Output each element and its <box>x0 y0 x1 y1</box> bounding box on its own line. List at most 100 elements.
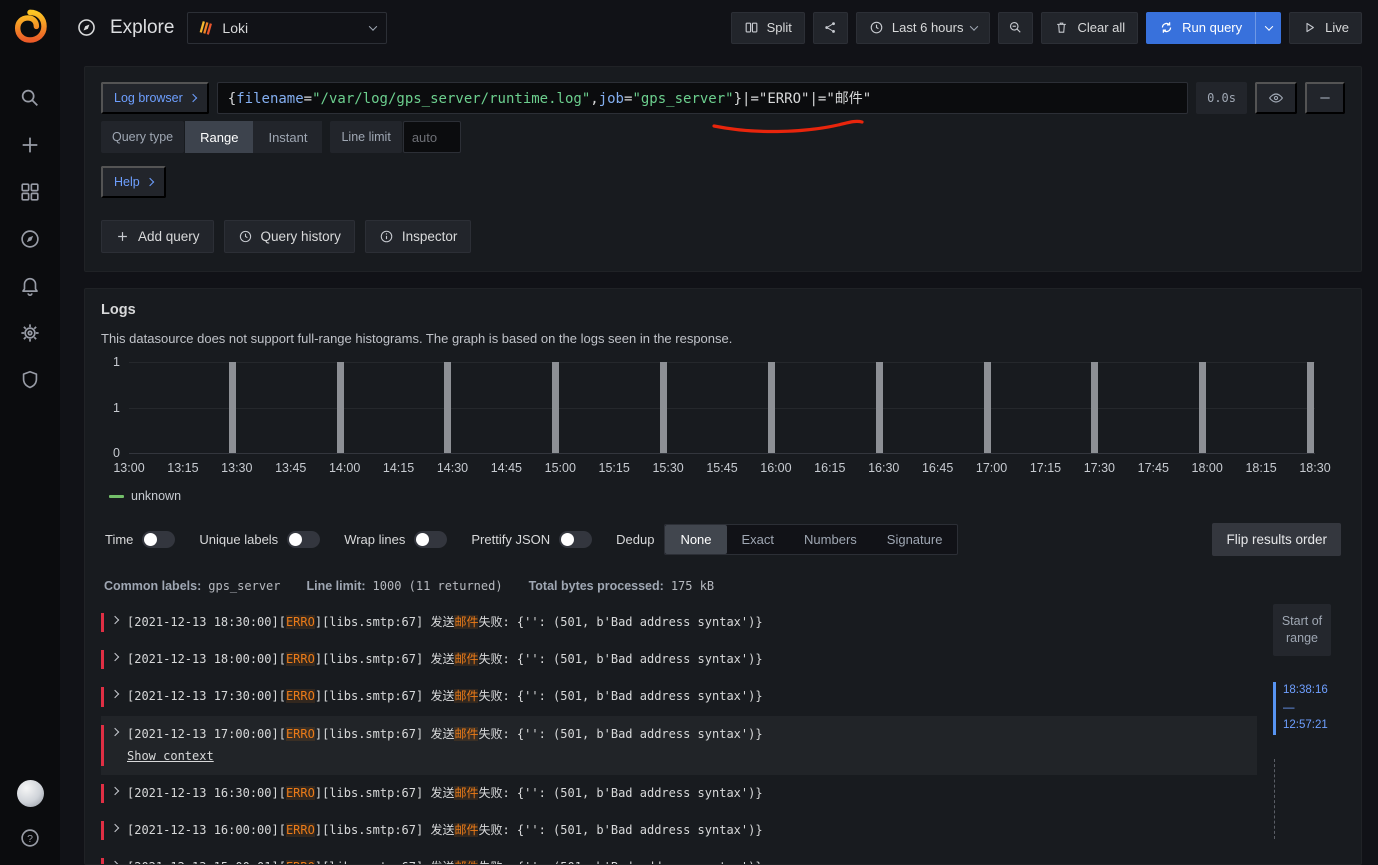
sidebar-item-alerting[interactable] <box>18 275 42 299</box>
query-type-instant[interactable]: Instant <box>253 121 323 153</box>
collapse-query-button[interactable] <box>1305 82 1345 114</box>
sidebar-item-explore[interactable] <box>18 228 42 252</box>
time-range-picker[interactable]: Last 6 hours <box>855 11 991 44</box>
histogram-bar <box>336 362 344 453</box>
run-query-button[interactable]: Run query <box>1146 11 1282 44</box>
log-rows: [2021-12-13 18:30:00][ERRO][libs.smtp:67… <box>101 604 1345 864</box>
shield-icon <box>22 370 38 389</box>
toggle-switch[interactable] <box>287 531 321 548</box>
split-button[interactable]: Split <box>730 11 805 44</box>
compass-icon <box>21 230 39 248</box>
toggle-wrap-lines[interactable]: Wrap lines <box>344 531 448 548</box>
expand-chevron-icon[interactable] <box>110 786 120 796</box>
log-row[interactable]: [2021-12-13 17:00:00][ERRO][libs.smtp:67… <box>101 715 1257 775</box>
expand-chevron-icon[interactable] <box>110 861 120 864</box>
x-axis-tick: 14:45 <box>490 461 522 475</box>
log-row[interactable]: [2021-12-13 16:30:00][ERRO][libs.smtp:67… <box>101 775 1257 812</box>
query-token: "/var/log/gps_server/runtime.log" <box>312 91 591 107</box>
query-preview-button[interactable] <box>1255 82 1297 114</box>
toggle-switch[interactable] <box>414 531 448 548</box>
sidebar-item-configuration[interactable] <box>18 322 42 346</box>
line-limit-input[interactable] <box>402 121 461 153</box>
show-context-link[interactable]: Show context <box>127 747 214 766</box>
live-button[interactable]: Live <box>1289 11 1362 44</box>
log-row[interactable]: [2021-12-13 18:30:00][ERRO][libs.smtp:67… <box>101 604 1257 641</box>
user-avatar[interactable] <box>16 780 44 807</box>
log-row[interactable]: [2021-12-13 16:00:00][ERRO][libs.smtp:67… <box>101 812 1257 849</box>
plus-icon <box>118 232 127 241</box>
toggle-time[interactable]: Time <box>105 531 176 548</box>
help-button[interactable]: Help <box>101 166 166 198</box>
toggle-prettify-json[interactable]: Prettify JSON <box>471 531 593 548</box>
meta-label: Total bytes processed: <box>528 579 664 593</box>
toggle-switch[interactable] <box>559 531 593 548</box>
query-editor-panel: Log browser {filename="/var/log/gps_serv… <box>84 66 1362 272</box>
sidebar-item-dashboards[interactable] <box>18 181 42 205</box>
run-query-label: Run query <box>1182 20 1243 35</box>
datasource-picker[interactable]: Loki <box>187 11 388 44</box>
run-query-dropdown[interactable] <box>1255 11 1282 44</box>
chart-xaxis: 13:00 13:15 13:30 13:45 14:00 14:15 14:30 14:45… <box>113 461 1330 479</box>
query-expression-input[interactable]: {filename="/var/log/gps_server/runtime.l… <box>216 82 1189 114</box>
log-row[interactable]: [2021-12-13 17:30:00][ERRO][libs.smtp:67… <box>101 678 1257 715</box>
chart-legend[interactable]: unknown <box>109 489 1345 503</box>
sidebar-item-search[interactable] <box>18 87 42 111</box>
zoom-out-icon <box>1010 21 1022 33</box>
timeline-range-to: 12:57:21 <box>1283 719 1328 732</box>
add-query-button[interactable]: Add query <box>101 220 214 253</box>
run-query-main[interactable]: Run query <box>1146 11 1256 44</box>
expand-chevron-icon[interactable] <box>110 727 120 736</box>
log-row[interactable]: [2021-12-13 18:00:00][ERRO][libs.smtp:67… <box>101 641 1257 678</box>
grafana-logo-icon[interactable] <box>13 9 47 43</box>
datasource-name: Loki <box>222 19 249 36</box>
y-axis-tick: 0 <box>113 446 120 460</box>
sidebar-item-create[interactable] <box>18 134 42 158</box>
start-of-range-marker[interactable]: Start of range <box>1273 604 1331 656</box>
timeline-range[interactable]: 18:38:16 — 12:57:21 <box>1273 681 1328 736</box>
dedup-option-signature[interactable]: Signature <box>872 525 958 554</box>
dedup-group: None Exact Numbers Signature <box>664 524 959 555</box>
x-axis-tick: 13:15 <box>167 461 199 475</box>
chevron-down-icon <box>369 21 378 31</box>
flip-results-order-button[interactable]: Flip results order <box>1212 523 1341 556</box>
log-level-bar <box>101 821 104 841</box>
zoom-out-button[interactable] <box>998 11 1034 44</box>
expand-chevron-icon[interactable] <box>110 615 120 625</box>
histogram-bar <box>1199 362 1207 453</box>
log-row-body: [2021-12-13 15:00:01][ERRO][libs.smtp:67… <box>127 858 763 864</box>
sidebar-item-server-admin[interactable] <box>18 369 42 393</box>
log-row[interactable]: [2021-12-13 15:00:01][ERRO][libs.smtp:67… <box>101 849 1257 864</box>
gridline <box>129 407 1315 409</box>
timeline-dashed-track[interactable] <box>1274 759 1275 840</box>
query-token: , <box>590 91 599 107</box>
dashboards-icon <box>21 183 39 201</box>
dedup-option-exact[interactable]: Exact <box>727 525 790 554</box>
logs-histogram: 110 13:00 13:15 13:30 13:45 14:00 14:15 14:30 1… <box>101 355 1345 503</box>
dedup-option-none[interactable]: None <box>665 525 727 554</box>
sidebar-item-help[interactable]: ? <box>18 827 42 851</box>
inspector-button[interactable]: Inspector <box>364 220 472 253</box>
clear-all-button[interactable]: Clear all <box>1041 11 1139 44</box>
toggle-label: Prettify JSON <box>471 532 551 547</box>
dedup-option-numbers[interactable]: Numbers <box>789 525 872 554</box>
share-button[interactable] <box>812 11 848 44</box>
query-type-range[interactable]: Range <box>185 121 254 153</box>
query-token: filename <box>236 91 304 107</box>
sidebar: ? <box>0 0 60 865</box>
query-token: job <box>598 91 624 107</box>
log-browser-button[interactable]: Log browser <box>101 82 209 114</box>
meta-value: 1000 (11 returned) <box>372 579 503 593</box>
toggle-label: Unique labels <box>199 532 279 547</box>
toggle-unique-labels[interactable]: Unique labels <box>199 531 321 548</box>
toggle-switch[interactable] <box>142 531 176 548</box>
explore-content: Log browser {filename="/var/log/gps_serv… <box>60 55 1378 865</box>
chevron-down-icon <box>1264 21 1273 31</box>
expand-chevron-icon[interactable] <box>110 690 120 699</box>
log-message: [2021-12-13 15:00:01][ERRO][libs.smtp:67… <box>127 858 763 864</box>
query-history-button[interactable]: Query history <box>223 220 355 253</box>
log-row-body: [2021-12-13 16:00:00][ERRO][libs.smtp:67… <box>127 821 763 840</box>
expand-chevron-icon[interactable] <box>110 823 120 833</box>
expand-chevron-icon[interactable] <box>110 652 120 662</box>
histogram-bar <box>1307 362 1314 453</box>
toolbar-left: Explore Loki <box>76 11 388 44</box>
